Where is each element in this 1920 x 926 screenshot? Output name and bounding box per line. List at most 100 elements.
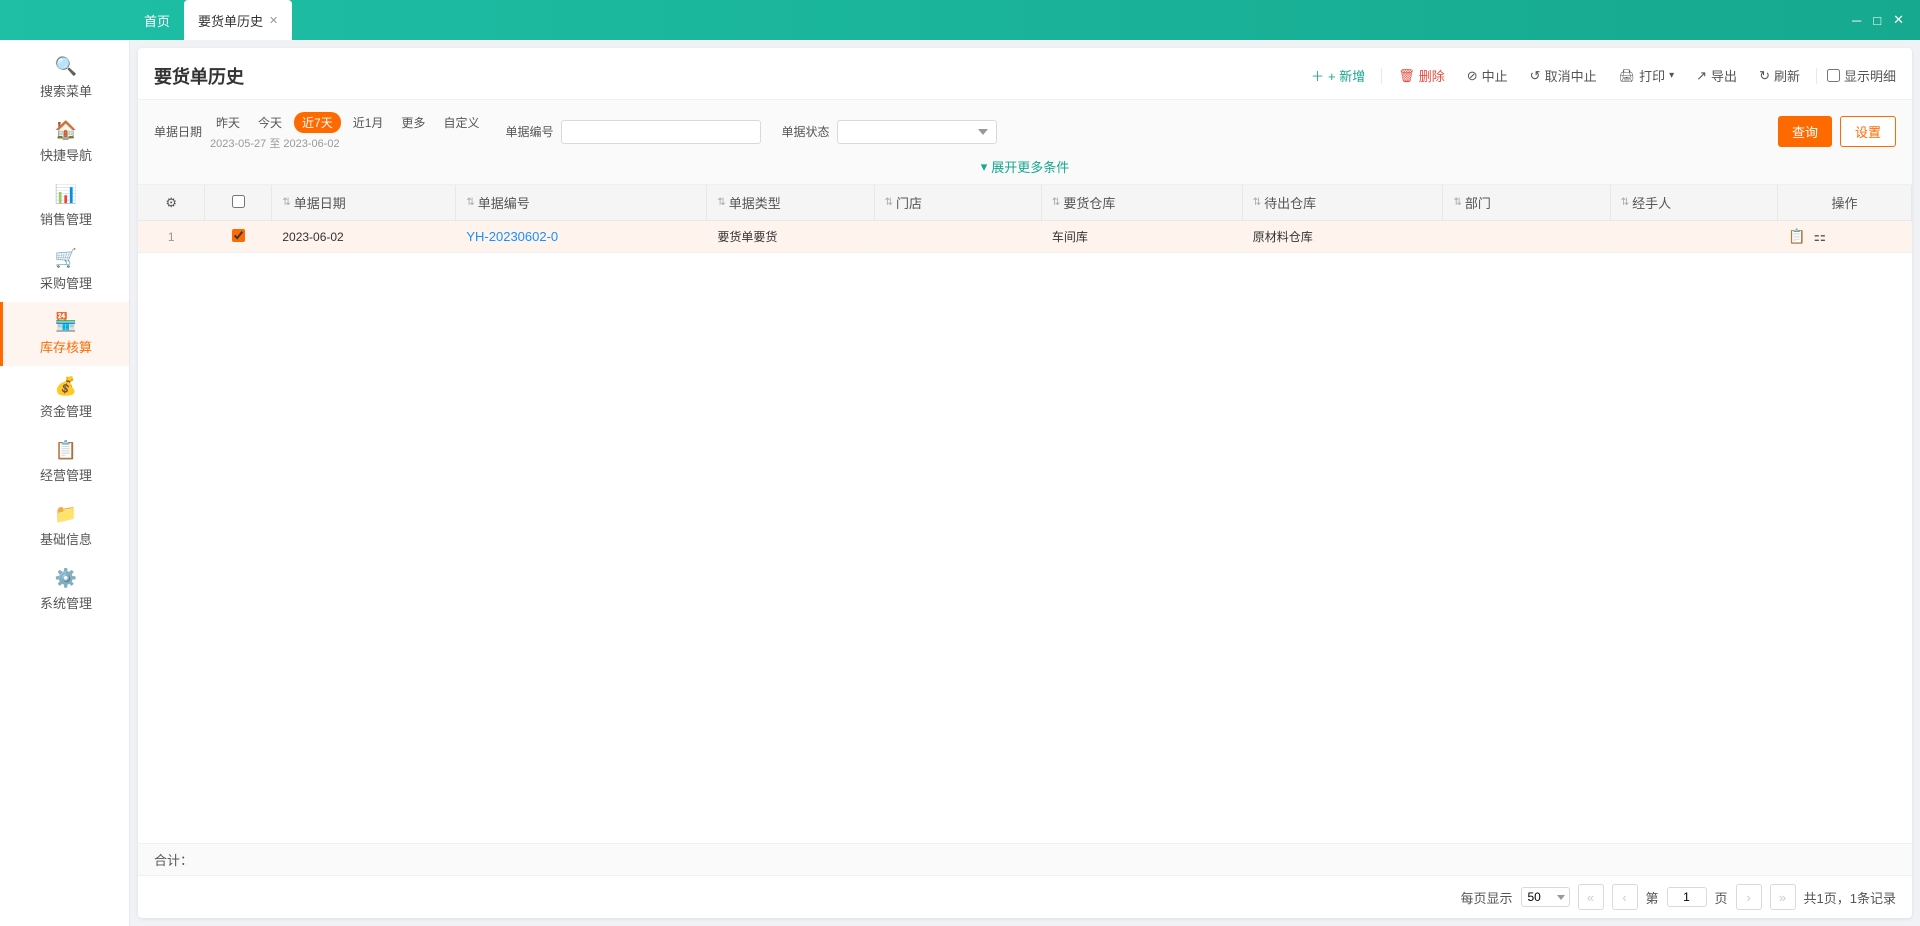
row-date-cell: 2023-06-02: [272, 221, 456, 253]
sidebar-item-purchase-mgmt[interactable]: 🛒 采购管理: [0, 238, 129, 302]
prev-page-btn[interactable]: ‹: [1612, 884, 1638, 910]
export-icon: ↗: [1696, 68, 1707, 84]
display-detail-checkbox[interactable]: [1827, 69, 1840, 82]
first-page-btn[interactable]: «: [1578, 884, 1604, 910]
sidebar-item-base-info-label: 基础信息: [40, 529, 92, 548]
date-range-display: 2023-05-27 至 2023-06-02: [210, 135, 485, 151]
delete-button[interactable]: 🗑 删除: [1392, 62, 1451, 89]
next-page-btn[interactable]: ›: [1736, 884, 1762, 910]
system-icon: ⚙️: [55, 568, 77, 589]
date-btn-7days[interactable]: 近7天: [294, 112, 341, 133]
expand-more-label: 展开更多条件: [991, 157, 1069, 176]
stop-button[interactable]: ⊘ 中止: [1461, 62, 1514, 89]
row-action-cell: 📋 ⚏: [1778, 221, 1912, 253]
divider-2: [1816, 68, 1817, 84]
col-from-wh-sort-icon[interactable]: ⇅: [1052, 197, 1060, 208]
top-bar: 首页 要货单历史 ✕ ─ □ ✕: [0, 0, 1920, 40]
sidebar-item-search-menu-label: 搜索菜单: [40, 81, 92, 100]
next-page-icon: ›: [1746, 890, 1750, 905]
sidebar-item-sales-mgmt[interactable]: 📊 销售管理: [0, 174, 129, 238]
sidebar-item-operations-label: 经营管理: [40, 465, 92, 484]
maximize-icon[interactable]: □: [1873, 13, 1881, 28]
row-detail-icon[interactable]: ⚏: [1813, 228, 1826, 245]
page-number-input[interactable]: [1667, 887, 1707, 907]
doc-num-input[interactable]: [561, 120, 761, 144]
print-label: 打印: [1639, 66, 1665, 85]
row-doc-num-link[interactable]: YH-20230602-0: [466, 229, 558, 244]
col-dept-label: 部门: [1465, 193, 1491, 212]
export-button[interactable]: ↗ 导出: [1690, 62, 1743, 89]
table-footer-summary: 合计：: [138, 843, 1912, 875]
row-doc-num-cell: YH-20230602-0: [456, 221, 707, 253]
page-size-select[interactable]: 10 20 50 100: [1521, 887, 1570, 907]
new-button[interactable]: ＋ + 新增: [1305, 62, 1371, 89]
print-button[interactable]: 🖨 打印 ▾: [1613, 62, 1681, 89]
summary-label: 合计：: [154, 850, 193, 869]
page-title: 要货单历史: [154, 63, 244, 89]
cancel-stop-button[interactable]: ↺ 取消中止: [1524, 62, 1603, 89]
col-action: 操作: [1778, 185, 1912, 221]
col-to-wh-sort-icon[interactable]: ⇅: [1253, 197, 1261, 208]
table-row[interactable]: 1 2023-06-02 YH-20230602-0 要货单要货 车间库 原材料…: [138, 221, 1912, 253]
col-date-sort-icon[interactable]: ⇅: [282, 197, 290, 208]
sidebar-item-operations[interactable]: 📋 经营管理: [0, 430, 129, 494]
row-store-cell: [874, 221, 1041, 253]
col-doc-type-sort-icon[interactable]: ⇅: [717, 197, 725, 208]
row-num-cell: 1: [138, 221, 205, 253]
col-store-sort-icon[interactable]: ⇅: [885, 197, 893, 208]
col-doc-num: ⇅ 单据编号: [456, 185, 707, 221]
sidebar-item-inventory-label: 库存核算: [40, 337, 92, 356]
col-checkbox: [205, 185, 272, 221]
last-page-btn[interactable]: »: [1770, 884, 1796, 910]
query-button[interactable]: 查询: [1778, 116, 1832, 147]
settings-button[interactable]: 设置: [1840, 116, 1896, 147]
cancel-stop-icon: ↺: [1530, 68, 1541, 84]
sales-mgmt-icon: 📊: [55, 184, 77, 205]
new-icon: ＋: [1311, 66, 1324, 85]
col-dept-sort-icon[interactable]: ⇅: [1453, 197, 1461, 208]
sidebar-item-finance[interactable]: 💰 资金管理: [0, 366, 129, 430]
display-detail-toggle[interactable]: 显示明细: [1827, 66, 1896, 85]
refresh-button[interactable]: ↻ 刷新: [1753, 62, 1806, 89]
toolbar: ＋ + 新增 🗑 删除 ⊘ 中止 ↺ 取消中止 🖨 打: [1305, 62, 1896, 89]
date-btn-yesterday[interactable]: 昨天: [210, 112, 246, 133]
expand-more-filters[interactable]: ▾ 展开更多条件: [154, 157, 1896, 176]
doc-num-label: 单据编号: [505, 123, 553, 140]
tab-home[interactable]: 首页: [130, 0, 184, 40]
tab-close-icon[interactable]: ✕: [269, 14, 278, 27]
col-to-wh-label: 待出仓库: [1264, 193, 1316, 212]
row-checkbox[interactable]: [232, 229, 245, 242]
doc-status-select[interactable]: [837, 120, 997, 144]
date-btn-1month[interactable]: 近1月: [347, 112, 390, 133]
sidebar-item-base-info[interactable]: 📁 基础信息: [0, 494, 129, 558]
date-buttons: 昨天 今天 近7天 近1月 更多 自定义: [210, 112, 485, 133]
table-container: ⚙ ⇅单据日期 ⇅单据编号 ⇅单据类型: [138, 185, 1912, 843]
delete-icon: 🗑: [1398, 68, 1415, 84]
minimize-icon[interactable]: ─: [1852, 13, 1861, 28]
row-action-icons: 📋 ⚏: [1788, 228, 1901, 245]
sidebar-item-quick-nav[interactable]: 🏠 快捷导航: [0, 110, 129, 174]
select-all-checkbox[interactable]: [232, 195, 245, 208]
stop-label: 中止: [1482, 66, 1508, 85]
date-btn-today[interactable]: 今天: [252, 112, 288, 133]
col-doc-num-sort-icon[interactable]: ⇅: [466, 197, 474, 208]
doc-status-label: 单据状态: [781, 123, 829, 140]
date-btn-more[interactable]: 更多: [395, 112, 431, 133]
row-edit-icon[interactable]: 📋: [1788, 228, 1805, 245]
finance-icon: 💰: [55, 376, 77, 397]
settings-col-icon[interactable]: ⚙: [165, 195, 177, 210]
sidebar-item-inventory[interactable]: 🏪 库存核算: [0, 302, 129, 366]
col-doc-num-label: 单据编号: [478, 193, 530, 212]
stop-icon: ⊘: [1467, 68, 1478, 84]
sidebar-item-search-menu[interactable]: 🔍 搜索菜单: [0, 46, 129, 110]
page-size-label: 每页显示: [1460, 888, 1512, 907]
date-btn-custom[interactable]: 自定义: [437, 112, 485, 133]
sidebar-item-purchase-mgmt-label: 采购管理: [40, 273, 92, 292]
sidebar-item-system[interactable]: ⚙️ 系统管理: [0, 558, 129, 622]
table-header-row: ⚙ ⇅单据日期 ⇅单据编号 ⇅单据类型: [138, 185, 1912, 221]
sidebar: 🔍 搜索菜单 🏠 快捷导航 📊 销售管理 🛒 采购管理 🏪 库存核算 💰 资金管…: [0, 40, 130, 926]
tab-requisition-history[interactable]: 要货单历史 ✕: [184, 0, 292, 40]
close-icon[interactable]: ✕: [1893, 12, 1904, 28]
doc-status-filter-group: 单据状态: [781, 120, 997, 144]
col-handler-sort-icon[interactable]: ⇅: [1621, 197, 1629, 208]
